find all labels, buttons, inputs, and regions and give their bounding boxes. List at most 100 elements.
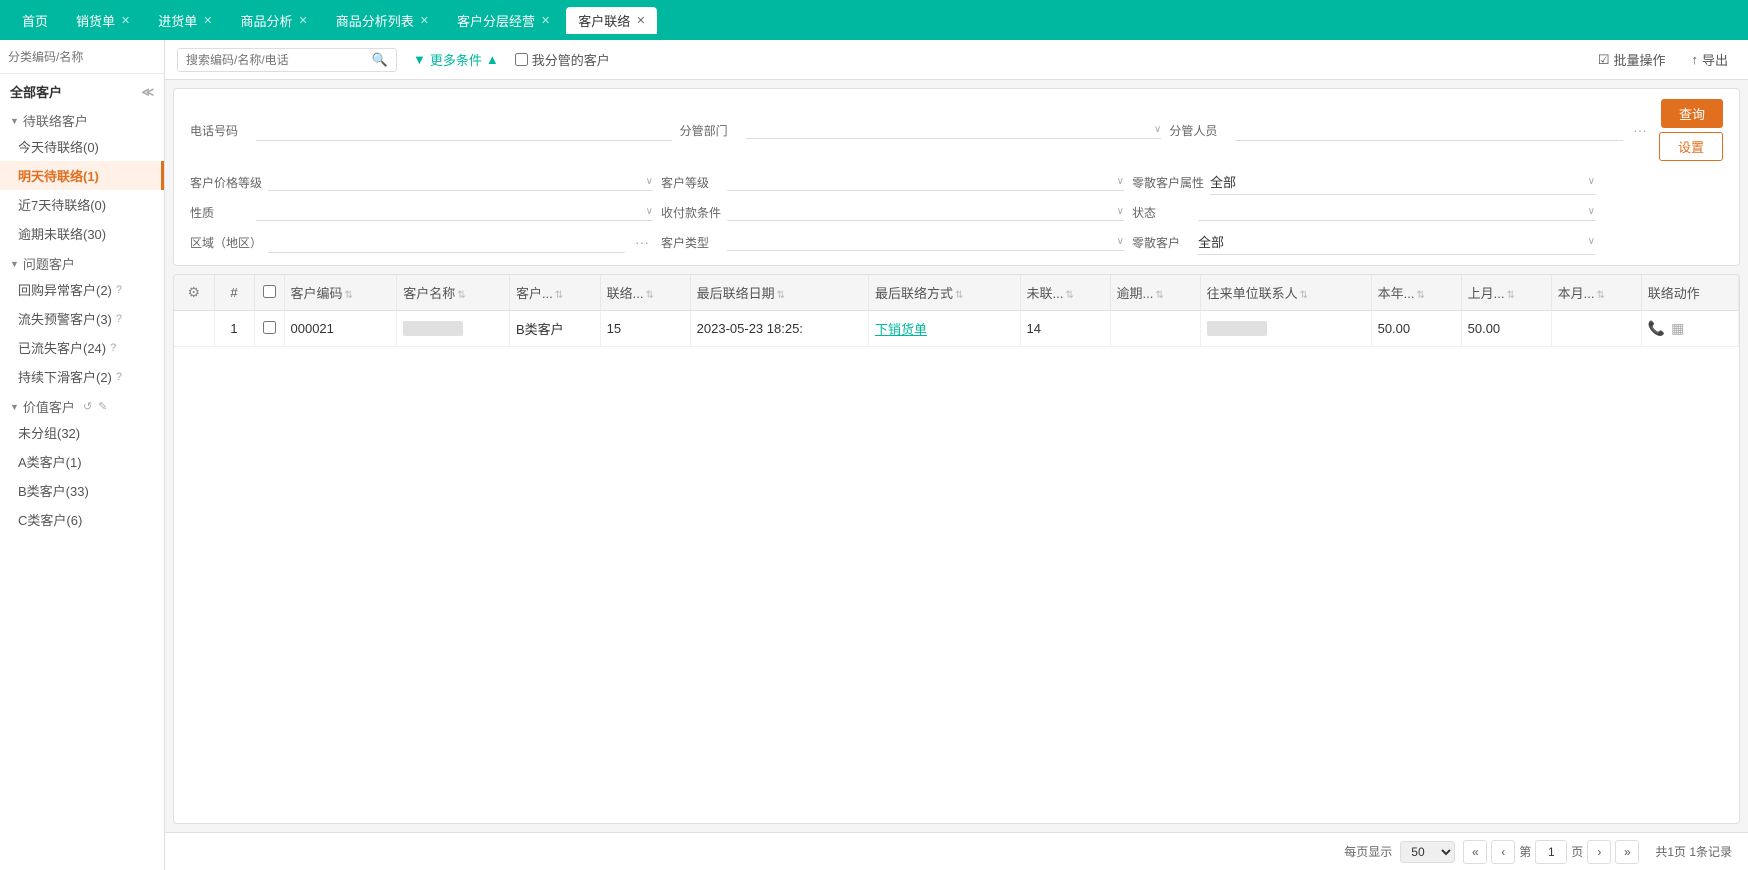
sidebar-item-7days[interactable]: 近7天待联络(0) xyxy=(0,190,164,219)
filter-more-btn[interactable]: ▼ 更多条件 ▲ xyxy=(405,46,507,73)
row-contact-count: 15 xyxy=(600,311,690,347)
col-this-year[interactable]: 本年...⇅ xyxy=(1371,275,1461,311)
sidebar-item-class-c[interactable]: C类客户(6) xyxy=(0,505,164,534)
filter-person: 分管人员 ··· xyxy=(1169,120,1651,141)
my-customers-checkbox[interactable] xyxy=(515,53,528,66)
row-uncontacted: 14 xyxy=(1020,311,1110,347)
payment-select[interactable]: ∨ xyxy=(727,203,1124,221)
toolbar-search-bar: 🔍 xyxy=(177,48,397,72)
my-customers-checkbox-label[interactable]: 我分管的客户 xyxy=(515,50,610,69)
export-icon: ↑ xyxy=(1691,52,1698,67)
sidebar-item-churn-warning[interactable]: 流失预警客户(3) ? xyxy=(0,304,164,333)
next-page-btn[interactable]: › xyxy=(1587,840,1611,864)
row-this-month xyxy=(1551,311,1641,347)
first-page-btn[interactable]: « xyxy=(1463,840,1487,864)
toolbar-search-input[interactable] xyxy=(186,53,372,67)
chevron-down-icon: ∨ xyxy=(1588,236,1595,247)
export-btn[interactable]: ↑ 导出 xyxy=(1683,46,1736,73)
sidebar-item-ungrouped[interactable]: 未分组(32) xyxy=(0,418,164,447)
help-icon[interactable]: ? xyxy=(116,313,122,325)
nature-select[interactable]: ∨ xyxy=(256,203,653,221)
col-this-month[interactable]: 本月...⇅ xyxy=(1551,275,1641,311)
row-overdue xyxy=(1110,311,1200,347)
close-icon[interactable]: ✕ xyxy=(541,14,550,27)
sidebar-search-input[interactable] xyxy=(8,50,163,64)
customer-type-select[interactable]: ∨ xyxy=(727,233,1124,251)
phone-input[interactable] xyxy=(256,120,672,141)
close-icon[interactable]: ✕ xyxy=(121,14,130,27)
last-contact-link[interactable]: 下销货单 xyxy=(875,322,927,337)
ellipsis-icon[interactable]: ··· xyxy=(1629,122,1651,138)
chevron-down-icon: ∨ xyxy=(646,176,653,187)
sidebar-item-declining[interactable]: 持续下滑客户(2) ? xyxy=(0,362,164,391)
ellipsis-icon[interactable]: ··· xyxy=(631,234,653,250)
col-last-contact-method[interactable]: 最后联络方式⇅ xyxy=(868,275,1020,311)
sidebar-group-pending[interactable]: 待联络客户 xyxy=(0,105,164,132)
phone-action-icon[interactable]: 📞 xyxy=(1648,320,1665,337)
close-icon[interactable]: ✕ xyxy=(636,14,645,27)
filter-customer-type: 客户类型 ∨ xyxy=(661,233,1124,251)
close-icon[interactable]: ✕ xyxy=(420,14,429,27)
col-overdue[interactable]: 逾期...⇅ xyxy=(1110,275,1200,311)
nav-tab-customer-contact[interactable]: 客户联络 ✕ xyxy=(566,7,657,34)
col-uncontacted[interactable]: 未联...⇅ xyxy=(1020,275,1110,311)
col-customer-code[interactable]: 客户编码⇅ xyxy=(284,275,397,311)
filter-status: 状态 ∨ xyxy=(1132,203,1595,221)
sidebar-item-class-a[interactable]: A类客户(1) xyxy=(0,447,164,476)
sidebar-group-value[interactable]: 价值客户 ↺ ✎ xyxy=(0,391,164,418)
help-icon[interactable]: ? xyxy=(110,342,116,354)
nav-tab-sales[interactable]: 销货单 ✕ xyxy=(64,7,142,34)
region-input[interactable] xyxy=(268,232,625,253)
customer-grade-select[interactable]: ∨ xyxy=(727,173,1124,191)
nav-tab-purchase[interactable]: 进货单 ✕ xyxy=(146,7,224,34)
retail-customer-select[interactable]: 全部 ∨ xyxy=(1198,229,1595,255)
grid-action-icon[interactable]: ▦ xyxy=(1671,320,1684,337)
sidebar-item-class-b[interactable]: B类客户(33) xyxy=(0,476,164,505)
edit-icon[interactable]: ✎ xyxy=(98,400,107,413)
col-last-month[interactable]: 上月...⇅ xyxy=(1461,275,1551,311)
batch-op-btn[interactable]: ☑ 批量操作 xyxy=(1590,46,1674,73)
col-checkbox xyxy=(254,275,284,311)
row-select-checkbox[interactable] xyxy=(263,321,276,334)
col-customer-name[interactable]: 客户名称⇅ xyxy=(397,275,510,311)
sidebar-item-churned[interactable]: 已流失客户(24) ? xyxy=(0,333,164,362)
toolbar-search-icon[interactable]: 🔍 xyxy=(372,52,388,68)
status-select[interactable]: ∨ xyxy=(1198,203,1595,221)
all-customers-header[interactable]: 全部客户 ≪ xyxy=(0,74,164,105)
nav-tab-analysis-list[interactable]: 商品分析列表 ✕ xyxy=(324,7,441,34)
reset-button[interactable]: 设置 xyxy=(1659,132,1723,161)
close-icon[interactable]: ✕ xyxy=(203,14,212,27)
dept-select[interactable]: ∨ xyxy=(746,121,1162,139)
retail-attr-select[interactable]: 全部 ∨ xyxy=(1210,169,1595,195)
filter-retail-attr: 零散客户属性 全部 ∨ xyxy=(1132,169,1595,195)
select-all-checkbox[interactable] xyxy=(263,285,276,298)
filter-row-3: 性质 ∨ 收付款条件 ∨ 状态 ∨ xyxy=(190,203,1723,221)
person-input[interactable] xyxy=(1235,120,1623,141)
chevron-up-icon: ▲ xyxy=(486,52,499,67)
nav-home[interactable]: 首页 xyxy=(10,7,60,34)
col-customer-type[interactable]: 客户...⇅ xyxy=(509,275,600,311)
sidebar-item-tomorrow[interactable]: 明天待联络(1) xyxy=(0,161,164,190)
nav-tab-analysis[interactable]: 商品分析 ✕ xyxy=(228,7,319,34)
sidebar-item-overdue[interactable]: 逾期未联络(30) xyxy=(0,219,164,248)
sidebar-item-today[interactable]: 今天待联络(0) xyxy=(0,132,164,161)
nav-tab-customer-tier[interactable]: 客户分层经营 ✕ xyxy=(445,7,562,34)
settings-icon[interactable]: ⚙ xyxy=(187,284,200,300)
collapse-icon[interactable]: ≪ xyxy=(141,85,154,99)
refresh-icon[interactable]: ↺ xyxy=(83,400,92,413)
col-last-contact-date[interactable]: 最后联络日期⇅ xyxy=(690,275,868,311)
sidebar: 🔍 全部客户 ≪ 待联络客户 今天待联络(0) 明天待联络(1) 近7天待联络(… xyxy=(0,40,165,870)
help-icon[interactable]: ? xyxy=(116,284,122,296)
page-number-input[interactable] xyxy=(1535,840,1567,864)
price-grade-select[interactable]: ∨ xyxy=(268,173,653,191)
close-icon[interactable]: ✕ xyxy=(299,14,308,27)
help-icon[interactable]: ? xyxy=(116,371,122,383)
col-contact-count[interactable]: 联络...⇅ xyxy=(600,275,690,311)
col-unit-contact[interactable]: 往来单位联系人⇅ xyxy=(1200,275,1371,311)
last-page-btn[interactable]: » xyxy=(1615,840,1639,864)
sidebar-group-problem[interactable]: 问题客户 xyxy=(0,248,164,275)
page-size-select[interactable]: 50 100 200 xyxy=(1400,841,1455,863)
query-button[interactable]: 查询 xyxy=(1661,99,1723,128)
sidebar-item-repurchase-abnormal[interactable]: 回购异常客户(2) ? xyxy=(0,275,164,304)
prev-page-btn[interactable]: ‹ xyxy=(1491,840,1515,864)
